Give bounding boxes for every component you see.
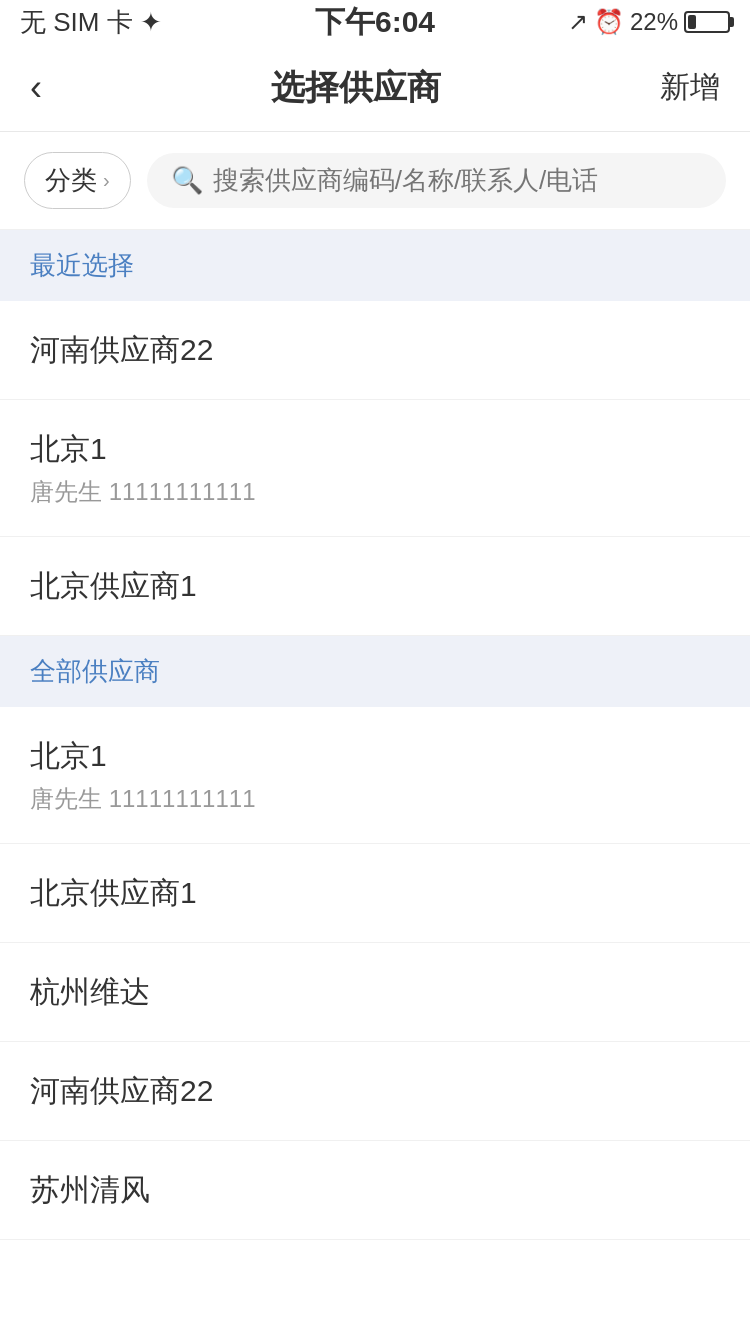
item-name: 北京1 [30,735,720,777]
list-item[interactable]: 北京1 唐先生 11111111111 [0,707,750,844]
category-button[interactable]: 分类 › [24,152,131,209]
search-icon: 🔍 [171,165,203,196]
search-input-wrap: 🔍 [147,153,726,208]
alarm-icon: ⏰ [594,8,624,36]
new-button[interactable]: 新增 [660,67,720,108]
status-left: 无 SIM 卡 ✦ [20,5,162,40]
list-item[interactable]: 河南供应商22 [0,301,750,400]
item-sub: 唐先生 11111111111 [30,476,720,508]
sections-container: 最近选择河南供应商22 北京1 唐先生 11111111111 北京供应商1 全部供应商… [0,230,750,1240]
list-item[interactable]: 北京供应商1 [0,844,750,943]
section-header-text-all: 全部供应商 [30,656,160,686]
section-header-all: 全部供应商 [0,636,750,707]
item-name: 北京供应商1 [30,872,720,914]
list-item[interactable]: 北京供应商1 [0,537,750,636]
list-item[interactable]: 苏州清风 [0,1141,750,1240]
category-label: 分类 [45,163,97,198]
search-input[interactable] [213,165,702,196]
battery-label: 22% [630,8,678,36]
battery-fill [688,15,696,29]
item-name: 苏州清风 [30,1169,720,1211]
status-right: ↗ ⏰ 22% [568,8,730,36]
section-header-text-recent: 最近选择 [30,250,134,280]
list-item[interactable]: 杭州维达 [0,943,750,1042]
item-name: 杭州维达 [30,971,720,1013]
item-sub: 唐先生 11111111111 [30,783,720,815]
battery-icon [684,11,730,33]
item-name: 北京供应商1 [30,565,720,607]
item-name: 河南供应商22 [30,329,720,371]
list-item[interactable]: 河南供应商22 [0,1042,750,1141]
back-button[interactable]: ‹ [20,57,52,119]
item-name: 河南供应商22 [30,1070,720,1112]
list-item[interactable]: 北京1 唐先生 11111111111 [0,400,750,537]
page-title: 选择供应商 [271,65,441,111]
search-area: 分类 › 🔍 [0,132,750,230]
status-time: 下午6:04 [315,2,435,43]
nav-bar: ‹ 选择供应商 新增 [0,44,750,132]
section-header-recent: 最近选择 [0,230,750,301]
location-icon: ↗ [568,8,588,36]
status-bar: 无 SIM 卡 ✦ 下午6:04 ↗ ⏰ 22% [0,0,750,44]
chevron-right-icon: › [103,169,110,192]
item-name: 北京1 [30,428,720,470]
no-sim-label: 无 SIM 卡 ✦ [20,5,162,40]
